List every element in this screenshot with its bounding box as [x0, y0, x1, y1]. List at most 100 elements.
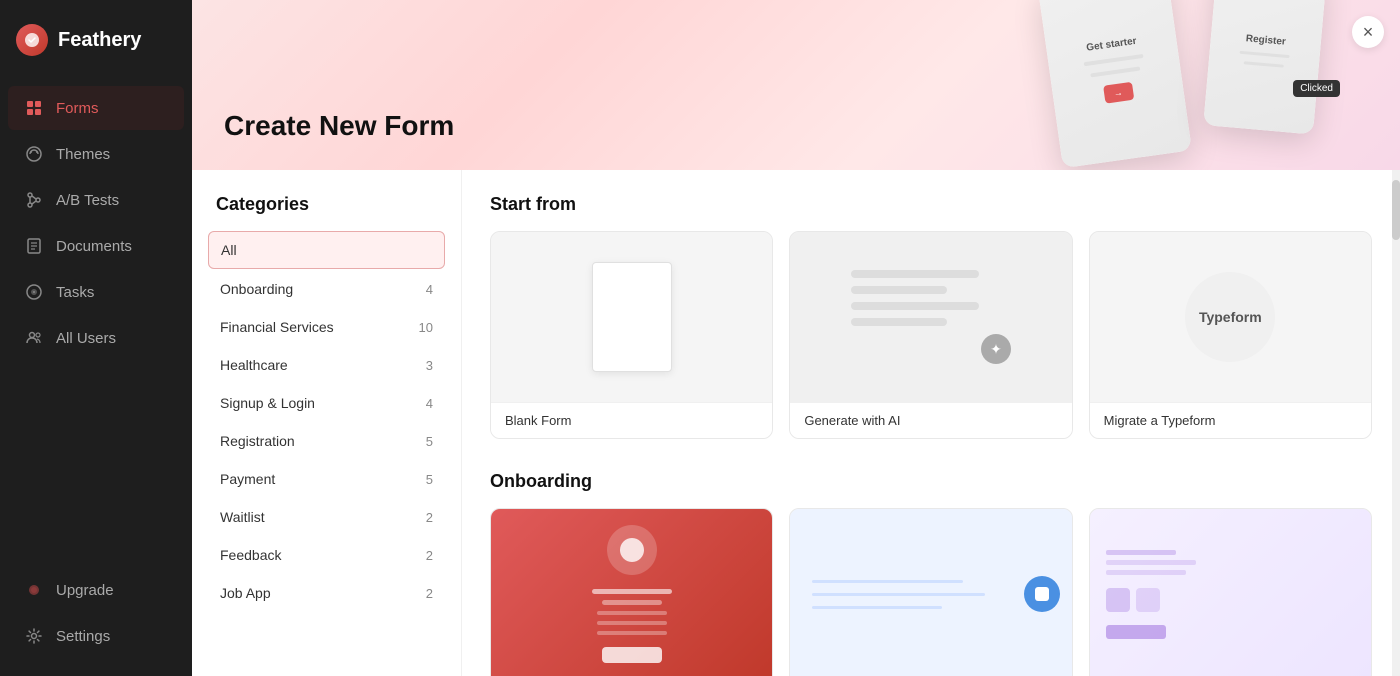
grid-icon [24, 98, 44, 118]
sidebar-item-settings-label: Settings [56, 628, 110, 645]
typeform-visual: Typeform [1185, 272, 1275, 362]
app-name: Feathery [58, 29, 141, 52]
scroll-indicator [1392, 170, 1400, 676]
users-icon [24, 328, 44, 348]
category-label-registration: Registration [220, 433, 295, 449]
sidebar-item-all-users[interactable]: All Users [8, 316, 184, 360]
sidebar-item-all-users-label: All Users [56, 330, 116, 347]
modal-header: Create New Form Get starter → Register [192, 0, 1400, 170]
category-count-signup: 4 [426, 396, 433, 411]
category-count-financial: 10 [419, 320, 433, 335]
onboarding-grid: Onboarding 1 [490, 508, 1372, 676]
ai-line-2 [851, 286, 947, 294]
category-item-onboarding[interactable]: Onboarding 4 [208, 271, 445, 307]
sidebar-bottom: Upgrade Settings [0, 558, 192, 676]
template-label-ai: Generate with AI [790, 402, 1071, 438]
category-item-registration[interactable]: Registration 5 [208, 423, 445, 459]
ai-line-3 [851, 302, 979, 310]
onboarding-section-title: Onboarding [490, 471, 1372, 492]
template-preview-onboarding-2 [790, 509, 1071, 676]
ai-cursor: ✦ [981, 334, 1011, 364]
category-item-healthcare[interactable]: Healthcare 3 [208, 347, 445, 383]
template-label-typeform: Migrate a Typeform [1090, 402, 1371, 438]
ai-visual: ✦ [851, 270, 1011, 364]
document-icon [24, 236, 44, 256]
template-card-onboarding-2[interactable]: Onboarding 2 [789, 508, 1072, 676]
close-button[interactable]: × [1352, 16, 1384, 48]
template-card-onboarding-1[interactable]: Onboarding 1 [490, 508, 773, 676]
category-count-waitlist: 2 [426, 510, 433, 525]
tasks-icon [24, 282, 44, 302]
app-logo: Feathery [0, 0, 192, 76]
category-item-payment[interactable]: Payment 5 [208, 461, 445, 497]
sidebar-item-forms-label: Forms [56, 100, 99, 117]
create-form-modal: Create New Form Get starter → Register [192, 0, 1400, 676]
template-preview-blank [491, 232, 772, 402]
modal-body: Categories All Onboarding 4 Financial Se… [192, 170, 1400, 676]
category-item-signup[interactable]: Signup & Login 4 [208, 385, 445, 421]
scroll-thumb [1392, 180, 1400, 240]
categories-title: Categories [208, 194, 445, 215]
gem-icon [24, 580, 44, 600]
sidebar-item-settings[interactable]: Settings [8, 614, 184, 658]
category-count-registration: 5 [426, 434, 433, 449]
template-card-blank[interactable]: Blank Form [490, 231, 773, 439]
sidebar-item-ab-tests[interactable]: A/B Tests [8, 178, 184, 222]
category-count-healthcare: 3 [426, 358, 433, 373]
sidebar-item-themes-label: Themes [56, 146, 110, 163]
start-from-title: Start from [490, 194, 1372, 215]
palette-icon [24, 144, 44, 164]
sidebar-item-upgrade[interactable]: Upgrade [8, 568, 184, 612]
category-item-feedback[interactable]: Feedback 2 [208, 537, 445, 573]
sidebar-item-documents-label: Documents [56, 238, 132, 255]
sidebar-item-tasks-label: Tasks [56, 284, 94, 301]
modal-title: Create New Form [224, 110, 454, 142]
sidebar-item-themes[interactable]: Themes [8, 132, 184, 176]
sidebar-item-forms[interactable]: Forms [8, 86, 184, 130]
phone-mockup-1: Get starter → [1038, 0, 1192, 168]
category-label-payment: Payment [220, 471, 275, 487]
sidebar-item-ab-tests-label: A/B Tests [56, 192, 119, 209]
category-count-job-app: 2 [426, 586, 433, 601]
branch-icon [24, 190, 44, 210]
category-item-financial[interactable]: Financial Services 10 [208, 309, 445, 345]
blank-form-visual [592, 262, 672, 372]
start-from-grid: Blank Form ✦ G [490, 231, 1372, 439]
category-label-feedback: Feedback [220, 547, 281, 563]
ai-line-1 [851, 270, 979, 278]
template-preview-ai: ✦ [790, 232, 1071, 402]
template-card-typeform[interactable]: Typeform Migrate a Typeform [1089, 231, 1372, 439]
ai-line-4 [851, 318, 947, 326]
sidebar-item-documents[interactable]: Documents [8, 224, 184, 268]
category-item-waitlist[interactable]: Waitlist 2 [208, 499, 445, 535]
template-card-ai[interactable]: ✦ Generate with AI [789, 231, 1072, 439]
clicked-badge: Clicked [1293, 80, 1340, 97]
category-item-job-app[interactable]: Job App 2 [208, 575, 445, 611]
category-label-healthcare: Healthcare [220, 357, 288, 373]
template-label-blank: Blank Form [491, 402, 772, 438]
category-label-onboarding: Onboarding [220, 281, 293, 297]
gear-icon [24, 626, 44, 646]
templates-panel: Start from Blank Form [462, 170, 1400, 676]
modal-overlay: Create New Form Get starter → Register [192, 0, 1400, 676]
category-label-all: All [221, 242, 237, 258]
category-label-financial: Financial Services [220, 319, 334, 335]
logo-icon [16, 24, 48, 56]
category-item-all[interactable]: All [208, 231, 445, 269]
sidebar-item-upgrade-label: Upgrade [56, 582, 114, 599]
categories-panel: Categories All Onboarding 4 Financial Se… [192, 170, 462, 676]
header-decoration: Get starter → Register Clicked [900, 0, 1400, 170]
phone-mockup-2: Register [1203, 0, 1327, 134]
category-label-job-app: Job App [220, 585, 271, 601]
template-card-onboarding-3[interactable]: Onboarding 3 [1089, 508, 1372, 676]
template-preview-onboarding-3 [1090, 509, 1371, 676]
category-count-payment: 5 [426, 472, 433, 487]
template-preview-typeform: Typeform [1090, 232, 1371, 402]
main-nav: Forms Themes [0, 76, 192, 558]
sidebar-item-tasks[interactable]: Tasks [8, 270, 184, 314]
category-label-signup: Signup & Login [220, 395, 315, 411]
template-preview-onboarding-1 [491, 509, 772, 676]
category-count-onboarding: 4 [426, 282, 433, 297]
sidebar: Feathery Forms [0, 0, 192, 676]
category-count-feedback: 2 [426, 548, 433, 563]
